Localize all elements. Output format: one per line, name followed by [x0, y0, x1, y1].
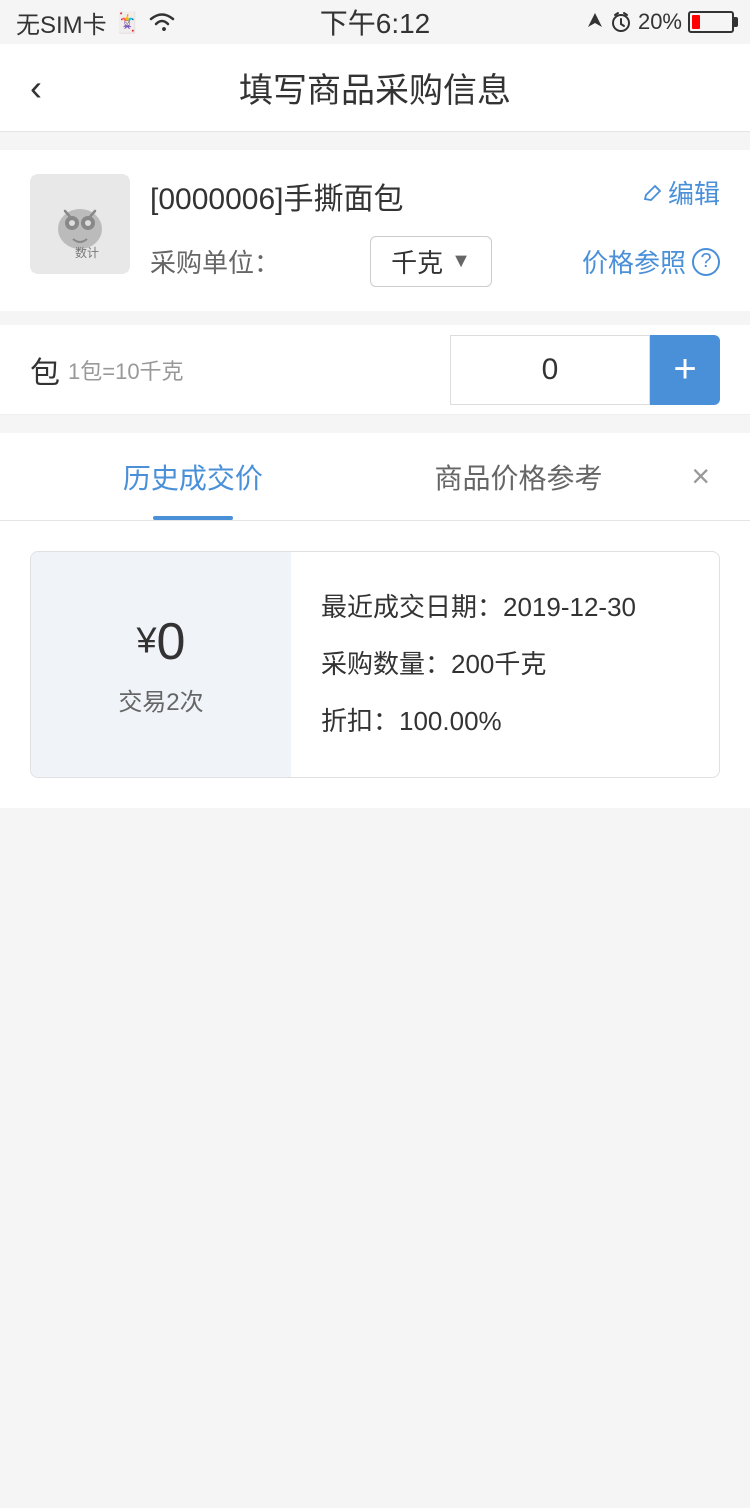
product-info: [0000006]手撕面包 编辑 采购单位： 千克 ▼ 价格参照 ? — [150, 174, 720, 287]
tab-history-price[interactable]: 历史成交价 — [30, 433, 356, 520]
back-button[interactable]: ‹ — [30, 67, 42, 109]
product-thumbnail: 数计 — [30, 174, 130, 274]
price-amount: 0 — [157, 613, 186, 671]
currency-symbol: ¥ — [137, 620, 157, 661]
price-ref-label: 价格参照 — [582, 243, 686, 280]
quantity-detail-row: 采购数量：200千克 — [321, 645, 689, 684]
quantity-unit-label: 包 — [30, 348, 60, 392]
product-name: [0000006]手撕面包 — [150, 174, 403, 218]
product-card: 数计 [0000006]手撕面包 编辑 采购单位： 千克 ▼ — [0, 150, 750, 311]
trade-count: 交易2次 — [118, 682, 203, 717]
edit-button[interactable]: 编辑 — [642, 174, 720, 211]
wifi-icon — [148, 11, 176, 33]
recent-date-value: 2019-12-30 — [503, 592, 636, 622]
sim-icon: 🃏 — [115, 10, 140, 35]
history-price-display: ¥0 — [137, 612, 186, 672]
quantity-controls: + — [450, 335, 720, 405]
price-ref-button[interactable]: 价格参照 ? — [582, 243, 720, 280]
status-right: 20% — [586, 9, 734, 35]
tab-history-label: 历史成交价 — [123, 457, 263, 497]
status-left: 无SIM卡 🃏 — [16, 5, 176, 40]
price-ref-help-icon: ? — [692, 248, 720, 276]
status-bar: 无SIM卡 🃏 下午6:12 20% — [0, 0, 750, 44]
location-icon — [586, 11, 604, 33]
quantity-detail-value: 200千克 — [451, 649, 546, 679]
nav-bar: ‹ 填写商品采购信息 — [0, 44, 750, 132]
tab-active-indicator — [153, 516, 233, 520]
carrier-text: 无SIM卡 — [16, 5, 107, 40]
edit-icon — [642, 182, 664, 204]
unit-select[interactable]: 千克 ▼ — [370, 236, 492, 287]
tabs-close-button[interactable]: × — [681, 458, 720, 495]
battery-fill — [692, 15, 700, 29]
discount-label: 折扣： — [321, 706, 399, 736]
discount-value: 100.00% — [399, 706, 502, 736]
battery-percent: 20% — [638, 9, 682, 35]
alarm-icon — [610, 11, 632, 33]
svg-text:数计: 数计 — [75, 245, 99, 259]
tab-product-price-ref[interactable]: 商品价格参考 — [356, 433, 682, 520]
quantity-hint: 1包=10千克 — [68, 354, 184, 386]
history-content: ¥0 交易2次 最近成交日期：2019-12-30 采购数量：200千克 折扣：… — [0, 521, 750, 808]
main-content-area — [0, 808, 750, 1508]
status-time: 下午6:12 — [320, 2, 431, 42]
quantity-detail-label: 采购数量： — [321, 649, 451, 679]
page-title: 填写商品采购信息 — [239, 63, 511, 112]
tabs-container: 历史成交价 商品价格参考 × ¥0 交易2次 最近成交日期：2019-12-30… — [0, 433, 750, 808]
unit-dropdown-arrow: ▼ — [451, 250, 471, 273]
quantity-row: 包 1包=10千克 + — [0, 325, 750, 415]
unit-value: 千克 — [391, 243, 443, 280]
tabs-header: 历史成交价 商品价格参考 × — [0, 433, 750, 521]
purchase-unit-label: 采购单位： — [150, 243, 280, 280]
recent-date-label: 最近成交日期： — [321, 592, 503, 622]
recent-date-row: 最近成交日期：2019-12-30 — [321, 588, 689, 627]
battery-icon — [688, 11, 734, 33]
history-card: ¥0 交易2次 最近成交日期：2019-12-30 采购数量：200千克 折扣：… — [30, 551, 720, 778]
quantity-input[interactable] — [450, 335, 650, 405]
tab-price-ref-label: 商品价格参考 — [434, 457, 602, 497]
quantity-plus-button[interactable]: + — [650, 335, 720, 405]
discount-row: 折扣：100.00% — [321, 702, 689, 741]
history-price-section: ¥0 交易2次 — [31, 552, 291, 777]
history-detail-section: 最近成交日期：2019-12-30 采购数量：200千克 折扣：100.00% — [291, 552, 719, 777]
product-logo: 数计 — [45, 189, 115, 259]
